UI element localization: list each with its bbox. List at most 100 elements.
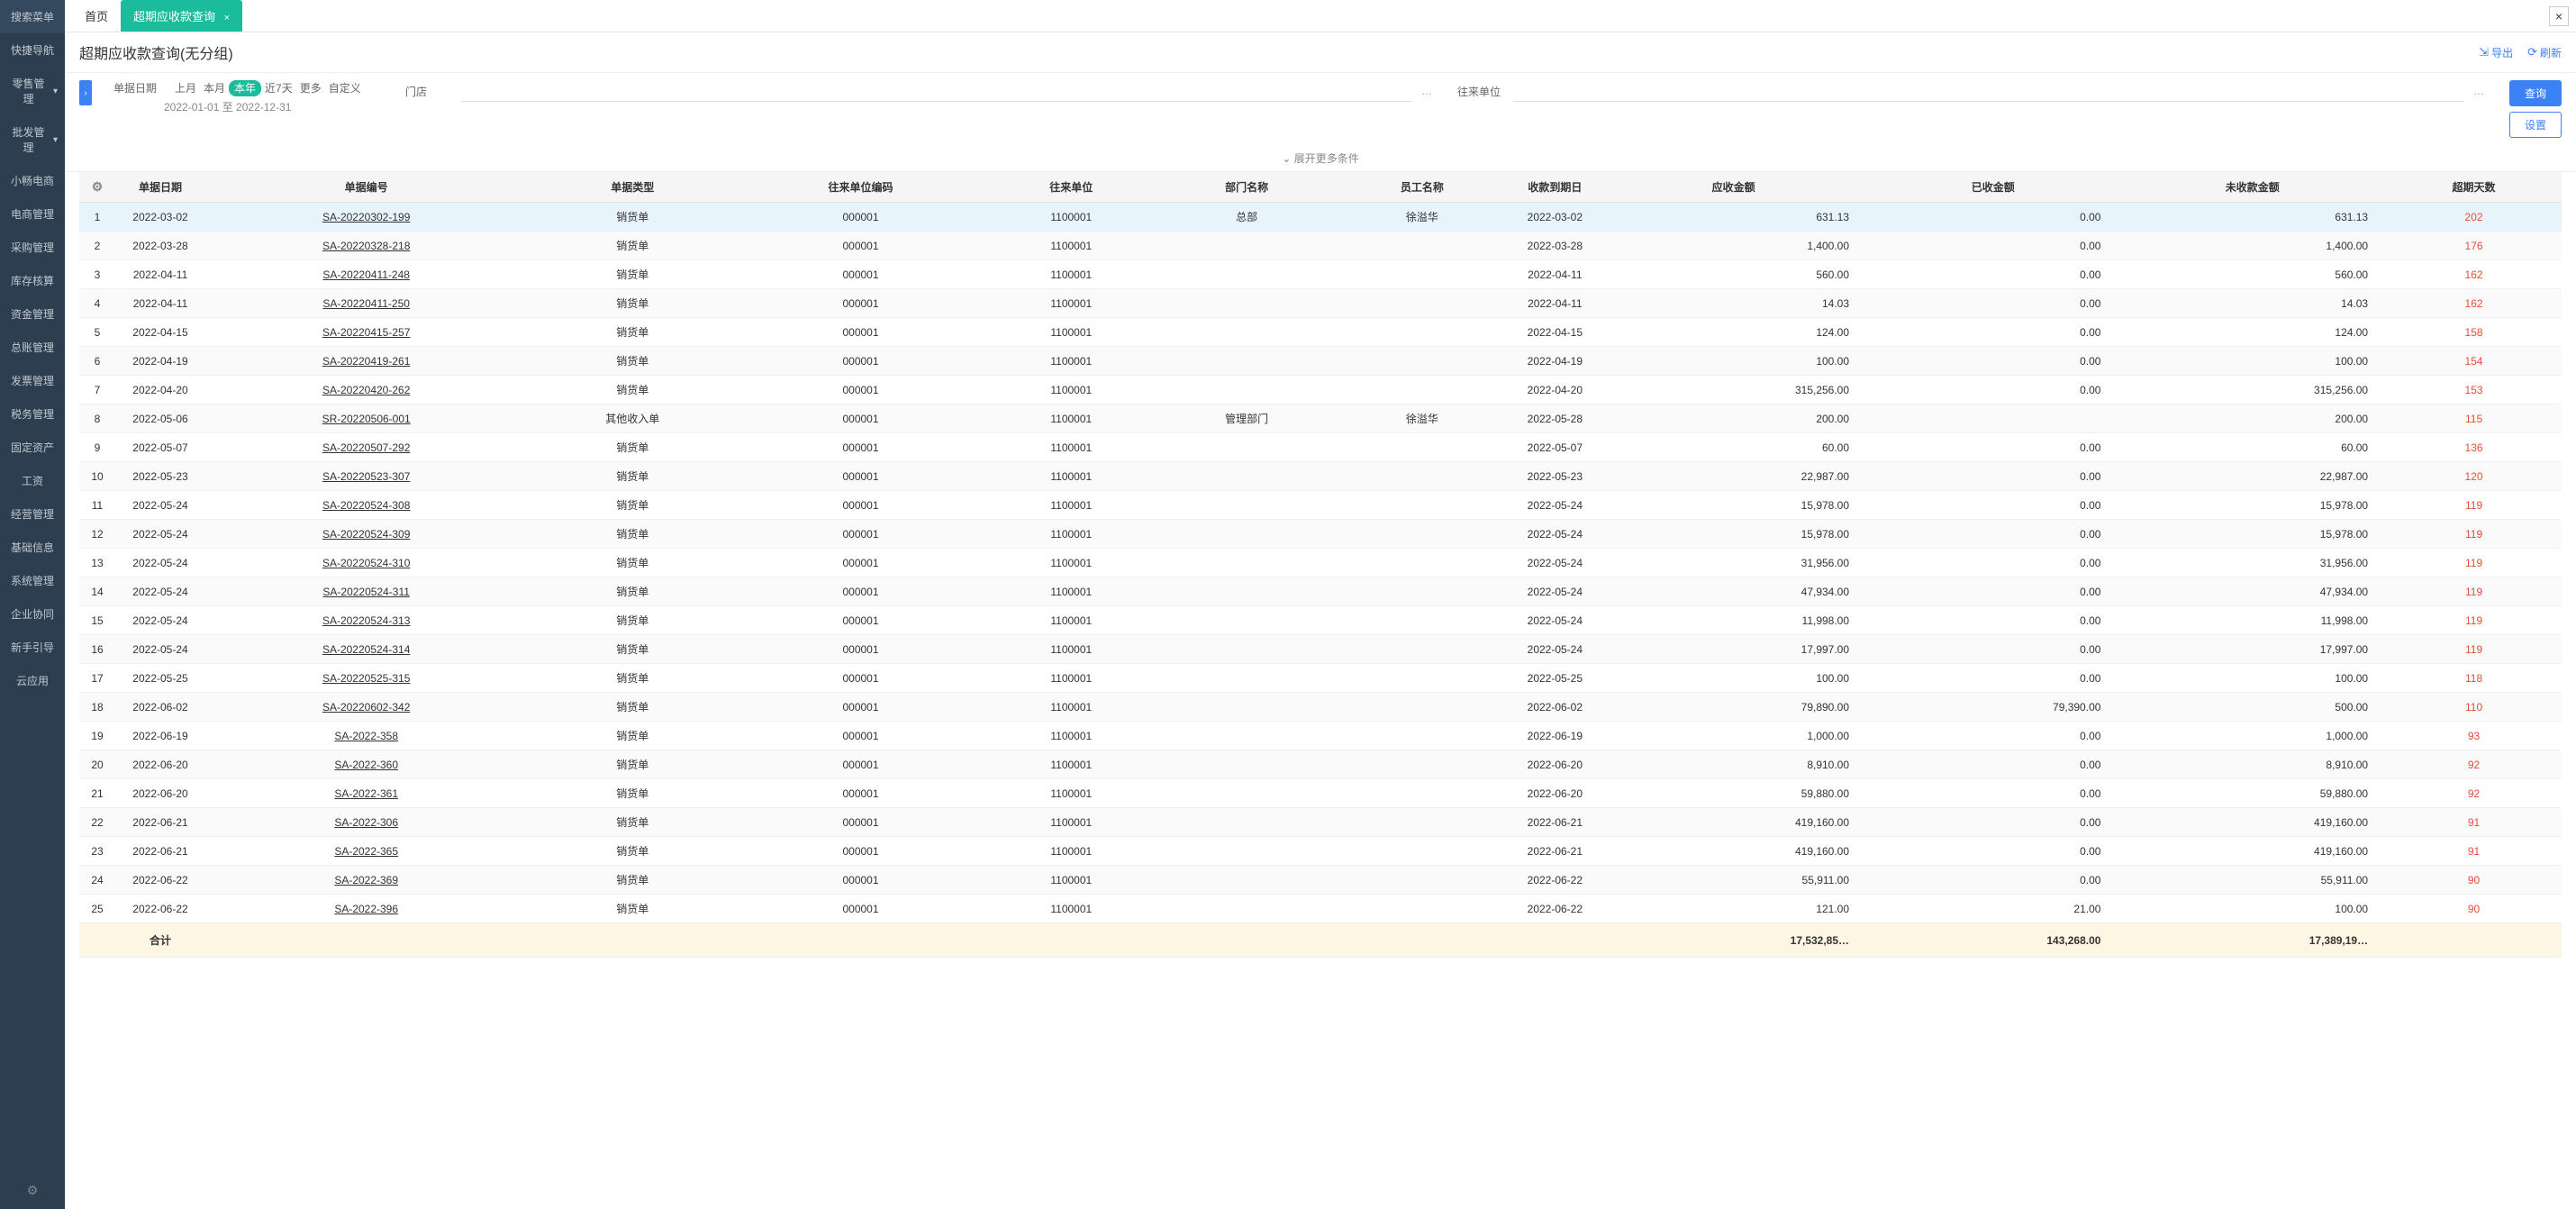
sidebar-item-11[interactable]: 税务管理	[0, 397, 65, 431]
table-row[interactable]: 112022-05-24SA-20220524-308销货单0000011100…	[79, 491, 2562, 520]
close-all-tabs-button[interactable]: ×	[2549, 6, 2569, 26]
doc-link[interactable]: SA-20220524-310	[322, 557, 410, 569]
sidebar-item-17[interactable]: 企业协同	[0, 597, 65, 631]
date-shortcut-本月[interactable]: 本月	[200, 80, 229, 96]
doc-link[interactable]: SA-20220524-308	[322, 499, 410, 512]
sidebar-item-16[interactable]: 系统管理	[0, 564, 65, 597]
col-emp[interactable]: 员工名称	[1335, 172, 1510, 203]
doc-link[interactable]: SA-2022-360	[334, 759, 398, 771]
sidebar-item-2[interactable]: 零售管理▾	[0, 67, 65, 115]
doc-link[interactable]: SA-20220415-257	[322, 326, 410, 339]
table-row[interactable]: 212022-06-20SA-2022-361销货单00000111000012…	[79, 779, 2562, 808]
table-row[interactable]: 232022-06-21SA-2022-365销货单00000111000012…	[79, 837, 2562, 866]
doc-link[interactable]: SA-2022-369	[334, 874, 398, 886]
date-shortcut-本年[interactable]: 本年	[229, 80, 261, 96]
doc-link[interactable]: SA-20220507-292	[322, 441, 410, 454]
search-button[interactable]: 查询	[2509, 80, 2562, 106]
doc-link[interactable]: SA-20220524-313	[322, 614, 410, 627]
col-unrec[interactable]: 未收款金额	[2118, 172, 2386, 203]
export-button[interactable]: ⇲ 导出	[2479, 45, 2513, 60]
table-row[interactable]: 122022-05-24SA-20220524-309销货单0000011100…	[79, 520, 2562, 549]
col-rec[interactable]: 已收金额	[1867, 172, 2118, 203]
col-due[interactable]: 收款到期日	[1510, 172, 1600, 203]
close-icon[interactable]: ×	[224, 13, 230, 23]
table-row[interactable]: 142022-05-24SA-20220524-311销货单0000011100…	[79, 577, 2562, 606]
sidebar-item-9[interactable]: 总账管理	[0, 331, 65, 364]
sidebar-item-0[interactable]: 搜索菜单	[0, 0, 65, 33]
table-row[interactable]: 242022-06-22SA-2022-369销货单00000111000012…	[79, 866, 2562, 895]
date-shortcut-更多[interactable]: 更多	[296, 80, 325, 96]
table-row[interactable]: 132022-05-24SA-20220524-310销货单0000011100…	[79, 549, 2562, 577]
doc-link[interactable]: SA-20220523-307	[322, 470, 410, 483]
table-row[interactable]: 102022-05-23SA-20220523-307销货单0000011100…	[79, 462, 2562, 491]
expand-filters-button[interactable]: ⌄ 展开更多条件	[65, 145, 2576, 172]
doc-link[interactable]: SA-20220524-314	[322, 643, 410, 656]
tab-home[interactable]: 首页	[72, 0, 121, 32]
col-partner-code[interactable]: 往来单位编码	[738, 172, 984, 203]
table-row[interactable]: 222022-06-21SA-2022-306销货单00000111000012…	[79, 808, 2562, 837]
sidebar-item-13[interactable]: 工资	[0, 464, 65, 497]
col-doc-no[interactable]: 单据编号	[205, 172, 527, 203]
sidebar-item-19[interactable]: 云应用	[0, 664, 65, 697]
table-row[interactable]: 152022-05-24SA-20220524-313销货单0000011100…	[79, 606, 2562, 635]
table-row[interactable]: 202022-06-20SA-2022-360销货单00000111000012…	[79, 750, 2562, 779]
table-row[interactable]: 22022-03-28SA-20220328-218销货单00000111000…	[79, 232, 2562, 260]
sidebar-item-14[interactable]: 经营管理	[0, 497, 65, 531]
doc-link[interactable]: SA-2022-358	[334, 730, 398, 742]
sidebar-item-7[interactable]: 库存核算	[0, 264, 65, 297]
doc-link[interactable]: SA-2022-365	[334, 845, 398, 858]
date-shortcut-近7天[interactable]: 近7天	[261, 80, 296, 96]
table-row[interactable]: 192022-06-19SA-2022-358销货单00000111000012…	[79, 722, 2562, 750]
collapse-filter-button[interactable]: ›	[79, 80, 92, 105]
refresh-button[interactable]: ⟳ 刷新	[2527, 45, 2562, 60]
table-row[interactable]: 62022-04-19SA-20220419-261销货单00000111000…	[79, 347, 2562, 376]
settings-button[interactable]: 设置	[2509, 112, 2562, 138]
sidebar-item-8[interactable]: 资金管理	[0, 297, 65, 331]
data-table-wrap[interactable]: ⚙ 单据日期 单据编号 单据类型 往来单位编码 往来单位 部门名称 员工名称 收…	[65, 172, 2576, 1209]
table-row[interactable]: 162022-05-24SA-20220524-314销货单0000011100…	[79, 635, 2562, 664]
col-ar[interactable]: 应收金额	[1600, 172, 1867, 203]
partner-picker-button[interactable]: …	[2470, 85, 2488, 97]
tab-overdue-query[interactable]: 超期应收款查询 ×	[121, 0, 242, 32]
doc-link[interactable]: SA-20220525-315	[322, 672, 410, 685]
doc-link[interactable]: SA-20220411-250	[322, 297, 410, 310]
col-days[interactable]: 超期天数	[2386, 172, 2562, 203]
col-partner[interactable]: 往来单位	[984, 172, 1159, 203]
settings-gear[interactable]: ⚙	[0, 1172, 65, 1209]
sidebar-item-18[interactable]: 新手引导	[0, 631, 65, 664]
sidebar-item-1[interactable]: 快捷导航	[0, 33, 65, 67]
sidebar-item-3[interactable]: 批发管理▾	[0, 115, 65, 164]
col-doc-type[interactable]: 单据类型	[527, 172, 738, 203]
col-date[interactable]: 单据日期	[115, 172, 205, 203]
sidebar-item-4[interactable]: 小畅电商	[0, 164, 65, 197]
doc-link[interactable]: SA-2022-361	[334, 787, 398, 800]
doc-link[interactable]: SA-2022-396	[334, 903, 398, 915]
table-row[interactable]: 252022-06-22SA-2022-396销货单00000111000012…	[79, 895, 2562, 923]
date-shortcut-自定义[interactable]: 自定义	[325, 80, 365, 96]
table-row[interactable]: 42022-04-11SA-20220411-250销货单00000111000…	[79, 289, 2562, 318]
doc-link[interactable]: SA-20220420-262	[322, 384, 410, 396]
doc-link[interactable]: SA-20220419-261	[322, 355, 410, 368]
partner-input[interactable]	[1513, 80, 2464, 102]
table-row[interactable]: 82022-05-06SR-20220506-001其他收入单000001110…	[79, 405, 2562, 433]
col-gear[interactable]: ⚙	[79, 172, 115, 203]
sidebar-item-10[interactable]: 发票管理	[0, 364, 65, 397]
doc-link[interactable]: SA-20220602-342	[322, 701, 410, 714]
doc-link[interactable]: SA-2022-306	[334, 816, 398, 829]
col-dept[interactable]: 部门名称	[1159, 172, 1335, 203]
table-row[interactable]: 12022-03-02SA-20220302-199销货单00000111000…	[79, 203, 2562, 232]
doc-link[interactable]: SA-20220302-199	[322, 211, 410, 223]
doc-link[interactable]: SA-20220328-218	[322, 240, 410, 252]
table-row[interactable]: 182022-06-02SA-20220602-342销货单0000011100…	[79, 693, 2562, 722]
table-row[interactable]: 52022-04-15SA-20220415-257销货单00000111000…	[79, 318, 2562, 347]
sidebar-item-15[interactable]: 基础信息	[0, 531, 65, 564]
sidebar-item-5[interactable]: 电商管理	[0, 197, 65, 231]
store-picker-button[interactable]: …	[1418, 85, 1436, 97]
sidebar-item-12[interactable]: 固定资产	[0, 431, 65, 464]
table-row[interactable]: 172022-05-25SA-20220525-315销货单0000011100…	[79, 664, 2562, 693]
table-row[interactable]: 72022-04-20SA-20220420-262销货单00000111000…	[79, 376, 2562, 405]
doc-link[interactable]: SR-20220506-001	[322, 413, 411, 425]
table-row[interactable]: 32022-04-11SA-20220411-248销货单00000111000…	[79, 260, 2562, 289]
date-shortcut-上月[interactable]: 上月	[171, 80, 200, 96]
sidebar-item-6[interactable]: 采购管理	[0, 231, 65, 264]
